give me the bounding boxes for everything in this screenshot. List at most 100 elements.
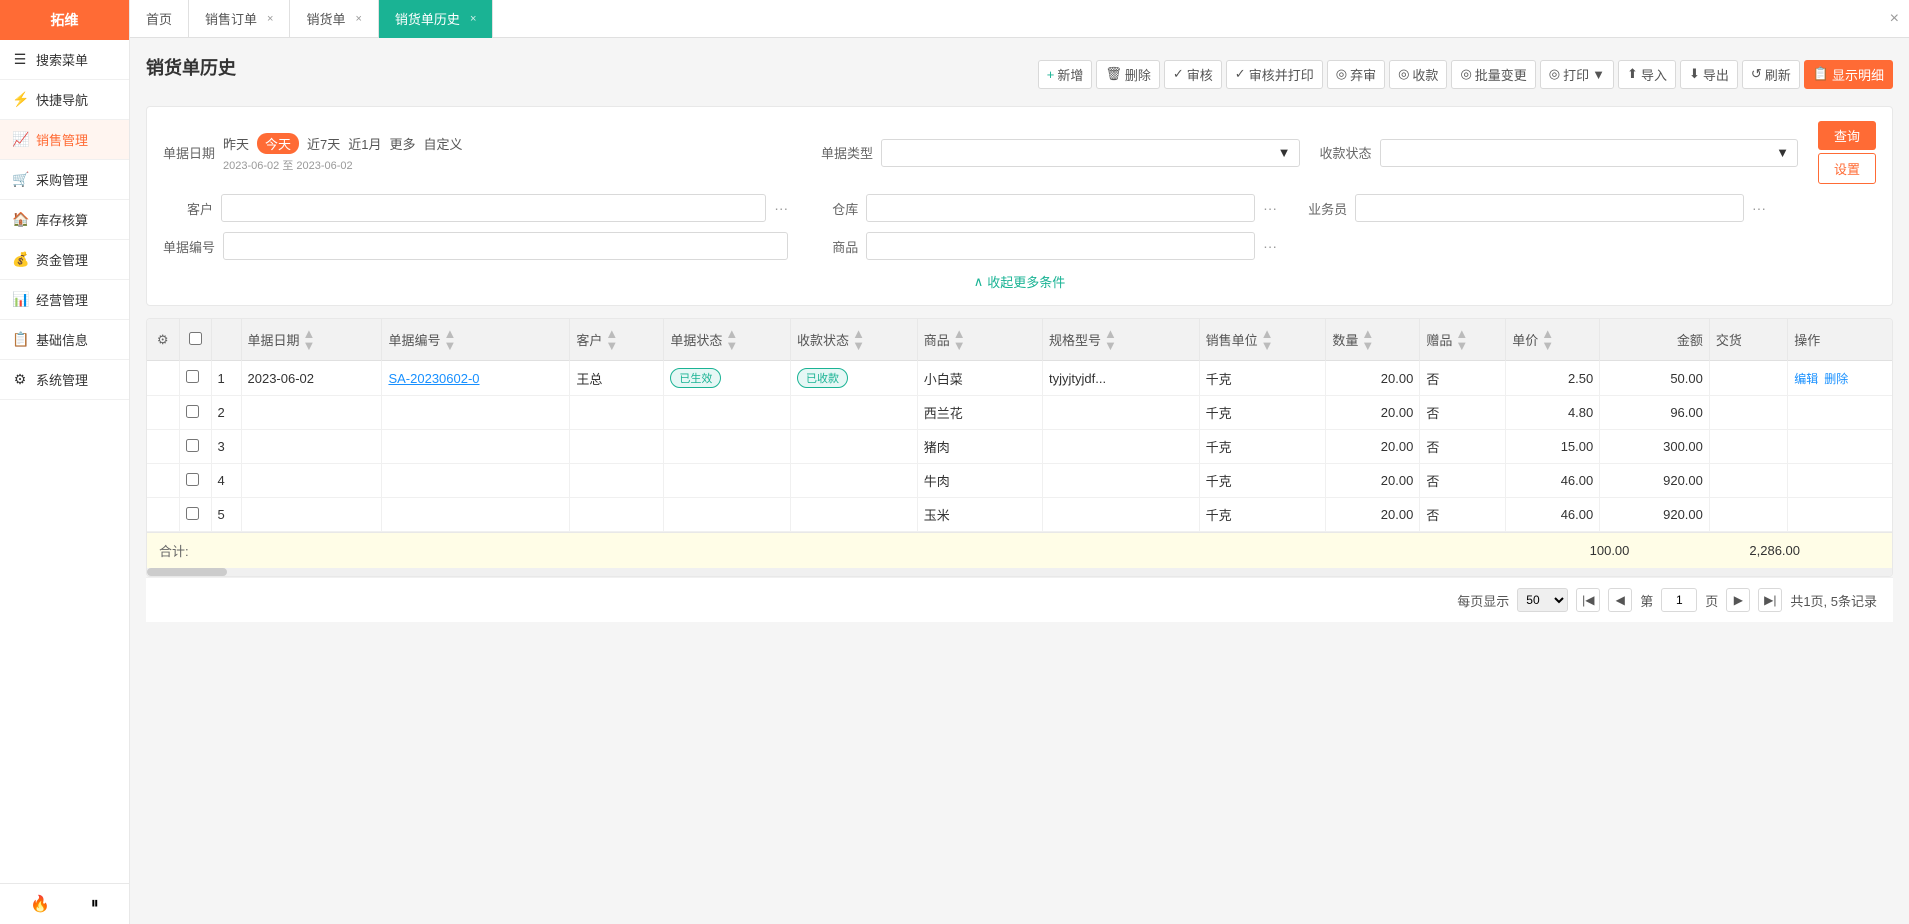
price-column[interactable]: 单价 ▲▼ <box>1506 319 1600 361</box>
doc-date-column[interactable]: 单据日期 ▲▼ <box>241 319 382 361</box>
table-body: 12023-06-02SA-20230602-0王总已生效已收款小白菜tyjyj… <box>147 361 1892 532</box>
doc-no-link[interactable]: SA-20230602-0 <box>388 371 479 386</box>
row-amount: 920.00 <box>1600 464 1710 498</box>
sidebar-item-inventory[interactable]: 🏠 库存核算 <box>0 200 129 240</box>
per-page-select[interactable]: 50 20 100 <box>1517 588 1568 612</box>
row-trade <box>1709 464 1787 498</box>
warehouse-input[interactable] <box>866 194 1255 222</box>
set-button[interactable]: 设置 <box>1818 153 1876 184</box>
sidebar-item-label: 基础信息 <box>36 330 88 349</box>
shortcut-today[interactable]: 今天 <box>257 133 299 154</box>
print-icon: ◎ <box>1549 66 1560 82</box>
doc-no-column[interactable]: 单据编号 ▲▼ <box>382 319 570 361</box>
pay-status-column[interactable]: 收款状态 ▲▼ <box>791 319 918 361</box>
new-button[interactable]: + 新增 <box>1038 60 1093 89</box>
row-checkbox[interactable] <box>186 507 199 520</box>
horizontal-scrollbar[interactable] <box>147 568 1892 576</box>
doc-no-label: 单据编号 <box>163 237 215 256</box>
qty-column[interactable]: 数量 ▲▼ <box>1326 319 1420 361</box>
row-customer <box>570 464 664 498</box>
select-all-checkbox[interactable] <box>189 332 202 345</box>
tab-sales-delivery[interactable]: 销货单 × <box>290 0 378 38</box>
abandon-button[interactable]: ◎ 弃审 <box>1327 60 1385 89</box>
query-button[interactable]: 查询 <box>1818 121 1876 150</box>
footer-amount: 2,286.00 <box>1749 543 1800 558</box>
sidebar-item-search-menu[interactable]: ☰ 搜索菜单 <box>0 40 129 80</box>
sidebar-item-system[interactable]: ⚙ 系统管理 <box>0 360 129 400</box>
payment-status-select[interactable]: ▼ <box>1380 139 1798 167</box>
row-checkbox[interactable] <box>186 473 199 486</box>
sidebar-item-sales-mgmt[interactable]: 📈 销售管理 <box>0 120 129 160</box>
unit-column[interactable]: 销售单位 ▲▼ <box>1199 319 1326 361</box>
current-page-input[interactable] <box>1661 588 1697 612</box>
tab-sales-order-close[interactable]: × <box>267 13 273 25</box>
tab-sales-order[interactable]: 销售订单 × <box>189 0 290 38</box>
sidebar-item-base-info[interactable]: 📋 基础信息 <box>0 320 129 360</box>
amount-column: 金额 <box>1600 319 1710 361</box>
collapse-button[interactable]: ∧ 收起更多条件 <box>970 268 1070 295</box>
last-page-button[interactable]: ▶| <box>1758 588 1782 612</box>
doc-status-column[interactable]: 单据状态 ▲▼ <box>664 319 791 361</box>
row-cell <box>1788 464 1892 498</box>
row-checkbox[interactable] <box>186 439 199 452</box>
collect-button[interactable]: ◎ 收款 <box>1389 60 1447 89</box>
sidebar-item-label: 经营管理 <box>36 290 88 309</box>
sidebar-item-operations[interactable]: 📊 经营管理 <box>0 280 129 320</box>
pagination: 每页显示 50 20 100 |◀ ◀ 第 页 ▶ ▶| 共1页, 5条记录 <box>146 577 1893 622</box>
edit-action[interactable]: 编辑 <box>1794 370 1818 387</box>
goods-input[interactable] <box>866 232 1255 260</box>
doc-no-input[interactable] <box>223 232 788 260</box>
row-checkbox[interactable] <box>186 370 199 383</box>
tab-sales-history-close[interactable]: × <box>470 13 476 25</box>
customer-ellipsis[interactable]: ··· <box>774 200 788 216</box>
audit-button[interactable]: ✓ 审核 <box>1164 60 1222 89</box>
tab-bar-close-all[interactable]: × <box>1890 10 1909 28</box>
row-qty: 20.00 <box>1326 430 1420 464</box>
audit-print-icon: ✓ <box>1235 66 1246 82</box>
gear-column[interactable]: ⚙ <box>147 319 179 361</box>
sidebar-pause-icon[interactable]: ⏸ <box>91 895 99 913</box>
tab-home[interactable]: 首页 <box>130 0 189 38</box>
sidebar-item-purchase-mgmt[interactable]: 🛒 采购管理 <box>0 160 129 200</box>
tab-sales-history[interactable]: 销货单历史 × <box>379 0 493 38</box>
sidebar-item-quick-nav[interactable]: ⚡ 快捷导航 <box>0 80 129 120</box>
shortcut-1month[interactable]: 近1月 <box>348 134 381 153</box>
export-button[interactable]: ⬇ 导出 <box>1680 60 1738 89</box>
sidebar-fire-icon[interactable]: 🔥 <box>30 894 50 914</box>
shortcut-7days[interactable]: 近7天 <box>307 134 340 153</box>
refresh-button[interactable]: ↺ 刷新 <box>1742 60 1800 89</box>
spec-column[interactable]: 规格型号 ▲▼ <box>1043 319 1200 361</box>
customer-input[interactable] <box>221 194 766 222</box>
import-button[interactable]: ⬆ 导入 <box>1618 60 1676 89</box>
filter-area: 单据日期 昨天 今天 近7天 近1月 更多 自定义 2023-06-02 至 2… <box>146 106 1893 306</box>
warehouse-ellipsis[interactable]: ··· <box>1263 200 1277 216</box>
row-cell <box>382 396 570 430</box>
row-cell <box>179 464 211 498</box>
salesperson-input[interactable] <box>1355 194 1744 222</box>
goods-column[interactable]: 商品 ▲▼ <box>917 319 1042 361</box>
del-action[interactable]: 删除 <box>1824 370 1848 387</box>
scrollbar-thumb[interactable] <box>147 568 227 576</box>
sidebar-item-finance[interactable]: 💰 资金管理 <box>0 240 129 280</box>
row-gift: 否 <box>1420 361 1506 396</box>
delete-button[interactable]: 🗑 删除 <box>1096 60 1160 89</box>
shortcut-more[interactable]: 更多 <box>390 134 416 153</box>
goods-ellipsis[interactable]: ··· <box>1263 238 1277 254</box>
show-detail-button[interactable]: 📋 显示明细 <box>1804 60 1893 89</box>
row-index: 2 <box>211 396 241 430</box>
row-checkbox[interactable] <box>186 405 199 418</box>
shortcut-custom[interactable]: 自定义 <box>424 134 463 153</box>
row-cell <box>664 430 791 464</box>
print-button[interactable]: ◎ 打印 ▼ <box>1540 60 1614 89</box>
tab-sales-delivery-close[interactable]: × <box>355 13 361 25</box>
batch-change-button[interactable]: ◎ 批量变更 <box>1451 60 1535 89</box>
shortcut-yesterday[interactable]: 昨天 <box>223 134 249 153</box>
next-page-button[interactable]: ▶ <box>1726 588 1750 612</box>
salesperson-ellipsis[interactable]: ··· <box>1752 200 1766 216</box>
prev-page-button[interactable]: ◀ <box>1608 588 1632 612</box>
audit-print-button[interactable]: ✓ 审核并打印 <box>1226 60 1323 89</box>
first-page-button[interactable]: |◀ <box>1576 588 1600 612</box>
customer-column[interactable]: 客户 ▲▼ <box>570 319 664 361</box>
gift-column[interactable]: 赠品 ▲▼ <box>1420 319 1506 361</box>
doc-type-select[interactable]: ▼ <box>881 139 1299 167</box>
